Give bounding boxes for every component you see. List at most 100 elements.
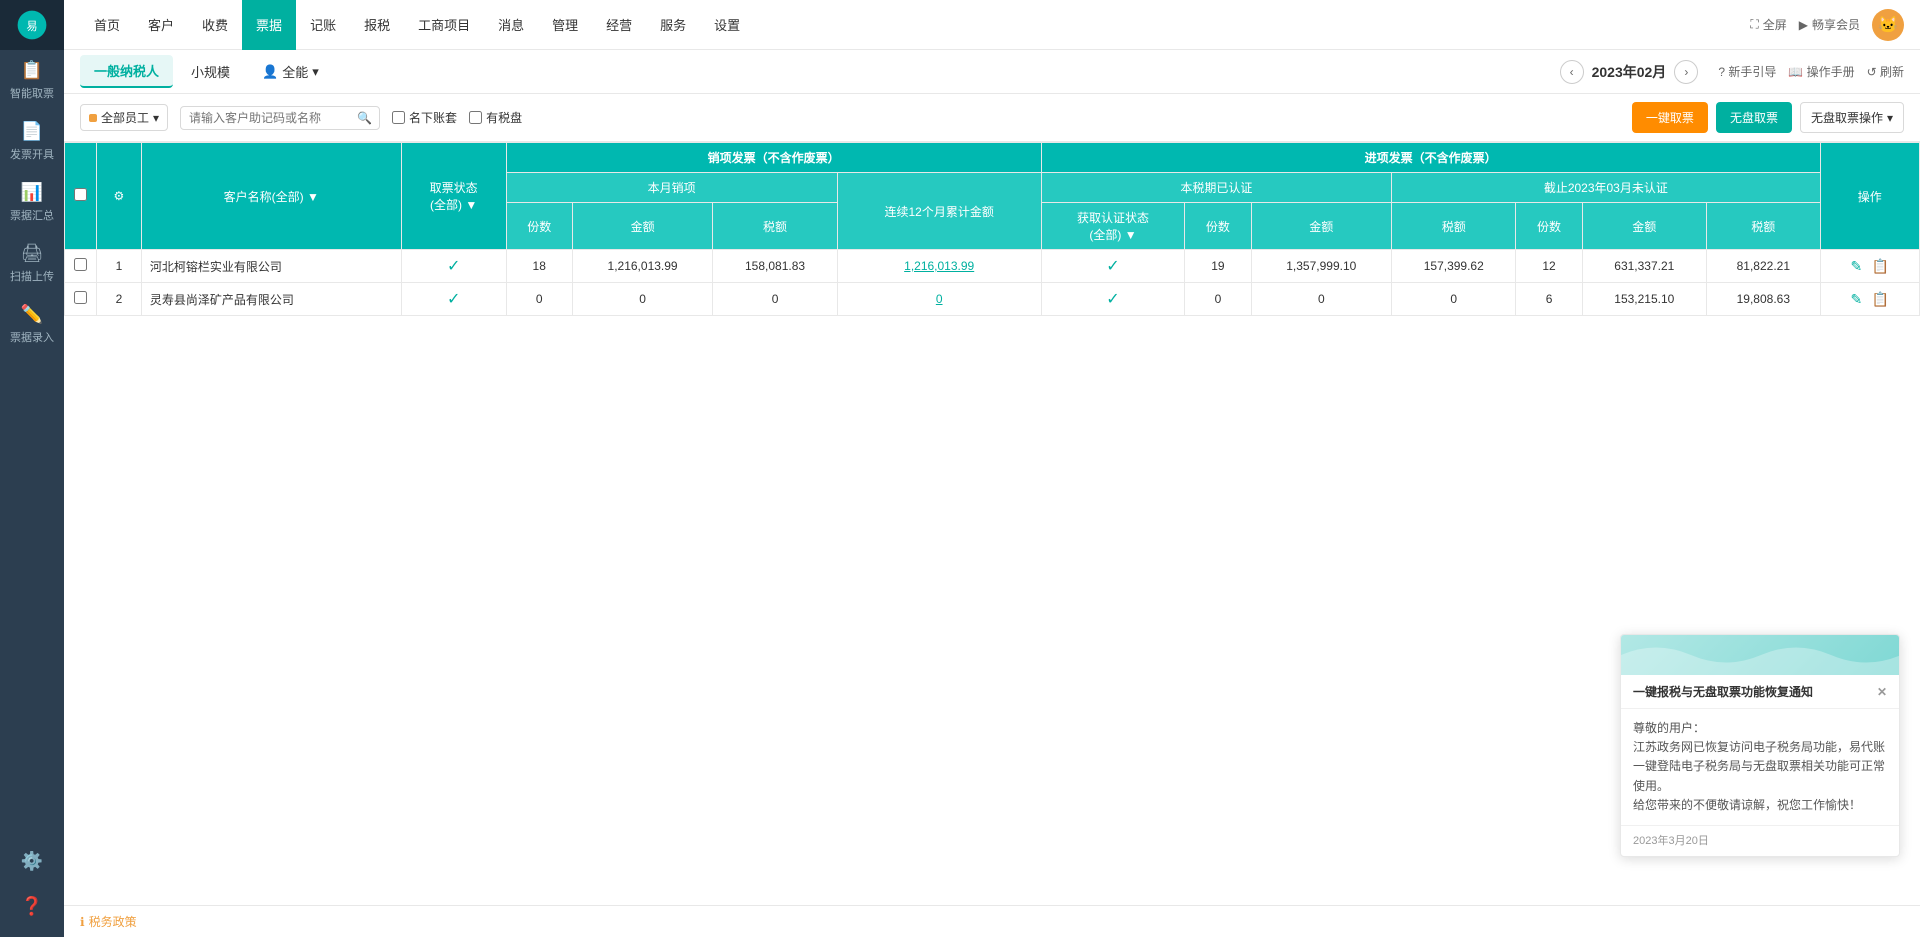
table-row: 2 灵寿县尚泽矿产品有限公司 ✓ 0 0 0 0 ✓ 0 0 0 6 153,2… xyxy=(65,283,1920,316)
checkbox-account-set[interactable]: 名下账套 xyxy=(392,109,457,126)
tab-small-scale[interactable]: 小规模 xyxy=(177,56,244,87)
row-checkbox-input[interactable] xyxy=(74,258,87,271)
notification-header: 一键报税与无盘取票功能恢复通知 ✕ xyxy=(1621,675,1899,709)
row-uncert-count: 12 xyxy=(1516,250,1582,283)
notification-close-button[interactable]: ✕ xyxy=(1877,685,1887,699)
sidebar-item-smart-fetch[interactable]: 📋 智能取票 xyxy=(0,50,64,111)
one-click-fetch-button[interactable]: 一键取票 xyxy=(1632,102,1708,133)
row-cert-count: 19 xyxy=(1185,250,1251,283)
checkbox-tax-disk[interactable]: 有税盘 xyxy=(469,109,522,126)
nav-item-billing[interactable]: 收费 xyxy=(188,0,242,50)
filter-right: 一键取票 无盘取票 无盘取票操作 ▾ xyxy=(1632,102,1904,133)
tab-right-actions: ? 新手引导 📖 操作手册 ↺ 刷新 xyxy=(1718,63,1904,80)
th-customer: 客户名称(全部) ▼ xyxy=(141,143,401,250)
notification-date: 2023年3月20日 xyxy=(1633,835,1709,847)
manual-button[interactable]: 📖 操作手册 xyxy=(1788,63,1854,80)
notification-body: 尊敬的用户： 江苏政务网已恢复访问电子税务局功能，易代账一键登陆电子税务局与无盘… xyxy=(1621,709,1899,825)
detail-icon[interactable]: 📋 xyxy=(1872,258,1889,274)
sidebar-item-invoice-summary[interactable]: 📊 票据汇总 xyxy=(0,172,64,233)
th-sales-count: 份数 xyxy=(506,203,572,250)
sidebar-item-invoice-issue[interactable]: 📄 发票开具 xyxy=(0,111,64,172)
sidebar-item-scan-upload[interactable]: 🖨 扫描上传 xyxy=(0,233,64,294)
scan-upload-icon: 🖨 xyxy=(21,243,44,264)
row-sales-tax: 0 xyxy=(713,283,837,316)
row-customer: 灵寿县尚泽矿产品有限公司 xyxy=(141,283,401,316)
notification-title: 一键报税与无盘取票功能恢复通知 xyxy=(1633,683,1813,700)
nav-item-service[interactable]: 服务 xyxy=(646,0,700,50)
nav-item-invoice[interactable]: 票据 xyxy=(242,0,296,50)
main-table: ⚙ 客户名称(全部) ▼ 取票状态(全部) ▼ 销项发票（不含作废票） 进项发票… xyxy=(64,142,1920,316)
settings-bottom-icon: ⚙️ xyxy=(21,851,43,872)
tab-nav: ‹ 2023年02月 › xyxy=(1560,60,1699,84)
nav-item-accounting[interactable]: 记账 xyxy=(296,0,350,50)
sidebar-item-label: 发票开具 xyxy=(10,146,54,162)
notification-wave xyxy=(1621,635,1899,675)
sidebar-item-invoice-input[interactable]: ✏️ 票据录入 xyxy=(0,294,64,355)
nav-item-message[interactable]: 消息 xyxy=(484,0,538,50)
tax-policy-link[interactable]: ℹ 税务政策 xyxy=(80,913,137,930)
th-sales-group: 销项发票（不含作废票） xyxy=(506,143,1041,173)
row-fetch-status: ✓ xyxy=(401,283,506,316)
nav-item-settings[interactable]: 设置 xyxy=(700,0,754,50)
sidebar-bottom: ⚙️ ❓ xyxy=(0,841,64,937)
period-label: 2023年02月 xyxy=(1592,62,1667,82)
fullscreen-button[interactable]: ⛶ 全屏 xyxy=(1750,16,1786,33)
row-cert-tax: 0 xyxy=(1392,283,1516,316)
nav-item-tax[interactable]: 报税 xyxy=(350,0,404,50)
row-uncert-amount: 153,215.10 xyxy=(1582,283,1706,316)
th-purchase-group: 进项发票（不含作废票） xyxy=(1041,143,1820,173)
row-uncert-count: 6 xyxy=(1516,283,1582,316)
search-input[interactable] xyxy=(180,106,380,130)
navbar: 首页 客户 收费 票据 记账 报税 工商项目 消息 管理 经营 服务 设置 ⛶ … xyxy=(64,0,1920,50)
row-num: 1 xyxy=(97,250,142,283)
detail-icon[interactable]: 📋 xyxy=(1872,291,1889,307)
employee-dot xyxy=(89,114,97,122)
sidebar-item-label: 票据录入 xyxy=(10,329,54,345)
th-uncert-amount: 金额 xyxy=(1582,203,1706,250)
row-checkbox-input[interactable] xyxy=(74,291,87,304)
refresh-button[interactable]: ↺ 刷新 xyxy=(1867,63,1904,80)
sales-cumulative-link[interactable]: 1,216,013.99 xyxy=(904,259,974,273)
notification-text: 尊敬的用户： 江苏政务网已恢复访问电子税务局功能，易代账一键登陆电子税务局与无盘… xyxy=(1633,719,1887,815)
nav-item-business[interactable]: 工商项目 xyxy=(404,0,484,50)
row-cert-status: ✓ xyxy=(1041,283,1185,316)
new-guide-button[interactable]: ? 新手引导 xyxy=(1718,63,1776,80)
prev-period-button[interactable]: ‹ xyxy=(1560,60,1584,84)
nav-item-manage[interactable]: 管理 xyxy=(538,0,592,50)
fullscreen-icon: ⛶ xyxy=(1750,17,1758,32)
row-checkbox xyxy=(65,283,97,316)
search-icon[interactable]: 🔍 xyxy=(357,111,372,125)
nav-items: 首页 客户 收费 票据 记账 报税 工商项目 消息 管理 经营 服务 设置 xyxy=(80,0,1750,50)
no-disk-fetch-button[interactable]: 无盘取票 xyxy=(1716,102,1792,133)
navbar-right: ⛶ 全屏 ▶ 畅享会员 🐱 xyxy=(1750,9,1904,41)
nav-item-operation[interactable]: 经营 xyxy=(592,0,646,50)
checkbox-account-set-input[interactable] xyxy=(392,111,405,124)
avatar[interactable]: 🐱 xyxy=(1872,9,1904,41)
row-cert-count: 0 xyxy=(1185,283,1251,316)
row-cert-status: ✓ xyxy=(1041,250,1185,283)
tab-general-taxpayer[interactable]: 一般纳税人 xyxy=(80,55,173,88)
tab-bar: 一般纳税人 小规模 👤 全能 ▾ ‹ 2023年02月 › ? 新手引导 📖 操… xyxy=(64,50,1920,94)
sidebar-item-label: 票据汇总 xyxy=(10,207,54,223)
no-disk-ops-button[interactable]: 无盘取票操作 ▾ xyxy=(1800,102,1904,133)
sidebar-item-settings-bottom[interactable]: ⚙️ xyxy=(0,841,64,882)
next-period-button[interactable]: › xyxy=(1674,60,1698,84)
tab-all-icon: 👤 xyxy=(262,64,278,80)
sales-cumulative-link[interactable]: 0 xyxy=(936,292,943,306)
sidebar-item-help-bottom[interactable]: ❓ xyxy=(0,886,64,927)
vip-button[interactable]: ▶ 畅享会员 xyxy=(1799,16,1860,33)
checkbox-tax-disk-input[interactable] xyxy=(469,111,482,124)
smart-fetch-icon: 📋 xyxy=(21,60,43,81)
th-purchase-uncertified: 截止2023年03月未认证 xyxy=(1392,173,1821,203)
th-purchase-certified: 本税期已认证 xyxy=(1041,173,1391,203)
edit-icon[interactable]: ✎ xyxy=(1851,258,1863,274)
nav-item-home[interactable]: 首页 xyxy=(80,0,134,50)
edit-icon[interactable]: ✎ xyxy=(1851,291,1863,307)
employee-select[interactable]: 全部员工 ▾ xyxy=(80,104,168,131)
row-uncert-tax: 19,808.63 xyxy=(1707,283,1821,316)
nav-item-customer[interactable]: 客户 xyxy=(134,0,188,50)
row-num: 2 xyxy=(97,283,142,316)
tab-all[interactable]: 👤 全能 ▾ xyxy=(248,56,333,87)
select-all-checkbox[interactable] xyxy=(74,188,87,201)
checkbox-tax-disk-label: 有税盘 xyxy=(486,109,522,126)
